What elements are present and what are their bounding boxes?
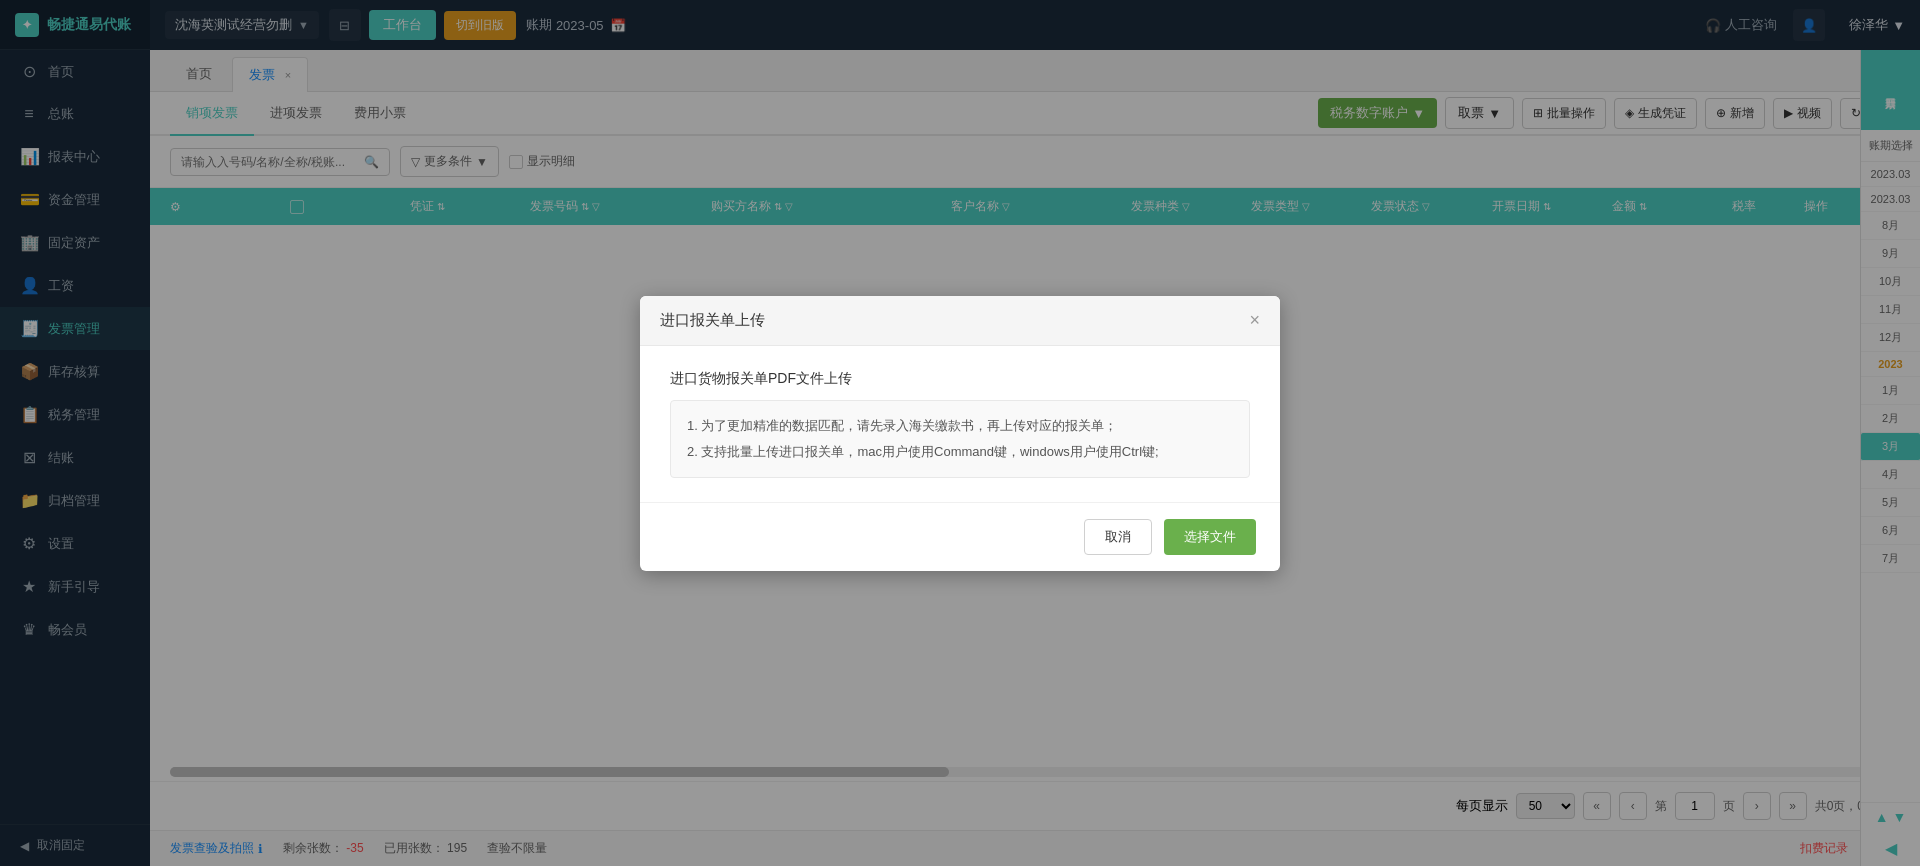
dialog-header: 进口报关单上传 × xyxy=(640,296,1280,346)
dialog-body: 进口货物报关单PDF文件上传 1. 为了更加精准的数据匹配，请先录入海关缴款书，… xyxy=(640,346,1280,502)
dialog-overlay[interactable]: 进口报关单上传 × 进口货物报关单PDF文件上传 1. 为了更加精准的数据匹配，… xyxy=(0,0,1920,866)
dialog-upload-title: 进口货物报关单PDF文件上传 xyxy=(670,370,1250,388)
dialog-close-btn[interactable]: × xyxy=(1249,310,1260,331)
dialog-info-line-1: 1. 为了更加精准的数据匹配，请先录入海关缴款书，再上传对应的报关单； xyxy=(687,413,1233,439)
import-customs-dialog: 进口报关单上传 × 进口货物报关单PDF文件上传 1. 为了更加精准的数据匹配，… xyxy=(640,296,1280,571)
dialog-info-box: 1. 为了更加精准的数据匹配，请先录入海关缴款书，再上传对应的报关单； 2. 支… xyxy=(670,400,1250,478)
dialog-info-line-2: 2. 支持批量上传进口报关单，mac用户使用Command键，windows用户… xyxy=(687,439,1233,465)
dialog-cancel-btn[interactable]: 取消 xyxy=(1084,519,1152,555)
dialog-footer: 取消 选择文件 xyxy=(640,502,1280,571)
dialog-title: 进口报关单上传 xyxy=(660,311,765,330)
dialog-confirm-btn[interactable]: 选择文件 xyxy=(1164,519,1256,555)
